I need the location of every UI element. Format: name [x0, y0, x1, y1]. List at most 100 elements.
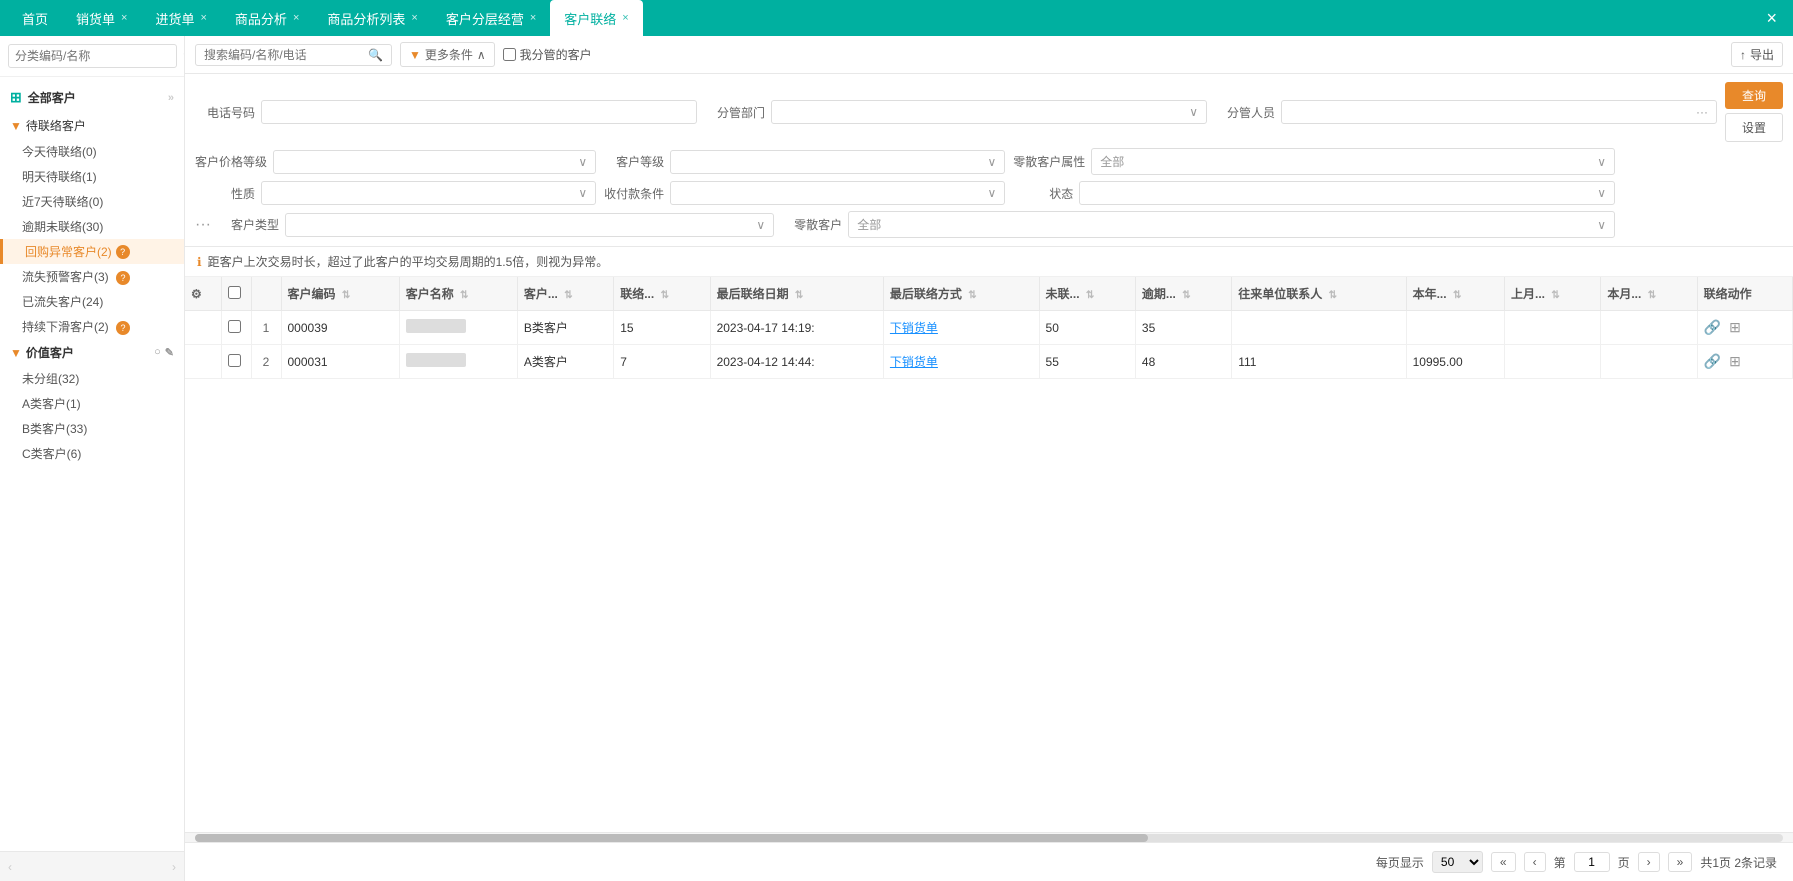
window-close-button[interactable]: ×	[1758, 8, 1785, 29]
close-tab-product-analysis[interactable]: ×	[293, 12, 299, 24]
row2-method-link[interactable]: 下销货单	[890, 355, 938, 369]
customer-level-select[interactable]: ∨	[670, 150, 1005, 174]
my-customers-checkbox-label[interactable]: 我分管的客户	[503, 46, 592, 63]
tab-customer-contact[interactable]: 客户联络 ×	[550, 0, 642, 36]
overdue-sort-icon[interactable]: ⇅	[1182, 290, 1190, 301]
close-tab-sales-order[interactable]: ×	[121, 12, 127, 24]
sidebar-search-area: 🔍	[0, 36, 184, 77]
sidebar-value-customers-group[interactable]: ▼ 价值客户 ○ ✎	[0, 339, 184, 366]
first-page-button[interactable]: «	[1491, 852, 1516, 872]
name-sort-icon[interactable]: ⇅	[460, 290, 468, 301]
row2-overdue: 48	[1135, 345, 1231, 379]
prev-page-button[interactable]: ‹	[1524, 852, 1546, 872]
last-contact-date-column-header: 最后联络日期 ⇅	[710, 277, 883, 311]
sidebar-item-a-class[interactable]: A类客户(1)	[0, 391, 184, 416]
main-search-input[interactable]	[204, 48, 364, 62]
contacts-sort-icon[interactable]: ⇅	[661, 290, 669, 301]
sidebar-search-input[interactable]	[8, 44, 177, 68]
price-level-select[interactable]: ∨	[273, 150, 596, 174]
sidebar-all-customers[interactable]: ⊞ 全部客户 »	[0, 83, 184, 112]
next-page-button[interactable]: ›	[1638, 852, 1660, 872]
sidebar-edit-icons[interactable]: ○ ✎	[154, 346, 174, 359]
sidebar-item-ungrouped[interactable]: 未分组(32)	[0, 366, 184, 391]
sidebar-item-7days-pending[interactable]: 近7天待联络(0)	[0, 189, 184, 214]
page-size-select[interactable]: 50 20 100	[1432, 851, 1483, 873]
gender-select[interactable]: ∨	[261, 181, 596, 205]
sidebar-item-b-class[interactable]: B类客户(33)	[0, 416, 184, 441]
customer-type-select[interactable]: ∨	[285, 213, 774, 237]
sidebar-collapse-btn[interactable]: »	[168, 92, 174, 104]
sidebar-item-repurchase-abnormal[interactable]: 回购异常客户(2) ?	[0, 239, 184, 264]
sidebar-item-overdue-not-contacted[interactable]: 逾期未联络(30)	[0, 214, 184, 239]
dept-select[interactable]: ∨	[771, 100, 1207, 124]
close-tab-product-analysis-list[interactable]: ×	[411, 12, 417, 24]
row1-method-link[interactable]: 下销货单	[890, 321, 938, 335]
this-year-sort-icon[interactable]: ⇅	[1453, 290, 1461, 301]
sidebar-item-churned[interactable]: 已流失客户(24)	[0, 289, 184, 314]
phone-input[interactable]	[261, 100, 697, 124]
retail-attr-select[interactable]: 全部 ∨	[1091, 148, 1615, 175]
index-column-header	[251, 277, 281, 311]
sidebar-item-declining[interactable]: 持续下滑客户(2) ?	[0, 314, 184, 339]
query-button[interactable]: 查询	[1725, 82, 1783, 109]
row1-select-checkbox[interactable]	[228, 320, 241, 333]
tab-product-analysis-list[interactable]: 商品分析列表 ×	[313, 0, 431, 36]
filter-payment: 收付款条件 ∨	[604, 181, 1005, 205]
close-tab-customer-segmentation[interactable]: ×	[530, 12, 536, 24]
page-number-input[interactable]	[1574, 852, 1610, 872]
status-select[interactable]: ∨	[1079, 181, 1615, 205]
row2-select-checkbox[interactable]	[228, 354, 241, 367]
sidebar-item-churn-warning[interactable]: 流失预警客户(3) ?	[0, 264, 184, 289]
close-tab-customer-contact[interactable]: ×	[622, 12, 628, 24]
row2-checkbox	[221, 345, 251, 379]
manager-select[interactable]: ···	[1281, 100, 1717, 124]
more-filters-button[interactable]: ▼ 更多条件 ∧	[400, 42, 495, 67]
this-month-sort-icon[interactable]: ⇅	[1648, 290, 1656, 301]
reset-button[interactable]: 设置	[1725, 113, 1783, 142]
settings-icon[interactable]: ⚙	[191, 287, 202, 301]
date-sort-icon[interactable]: ⇅	[795, 290, 803, 301]
row2-last-month	[1504, 345, 1600, 379]
my-customers-checkbox[interactable]	[503, 48, 516, 61]
customer-level-label: 客户等级	[604, 153, 664, 170]
tab-sales-order[interactable]: 销货单 ×	[62, 0, 141, 36]
more-filters-ellipsis[interactable]: ···	[195, 216, 211, 234]
horizontal-scrollbar[interactable]	[185, 832, 1793, 842]
retail-customer-select[interactable]: 全部 ∨	[848, 211, 1615, 238]
payment-select[interactable]: ∨	[670, 181, 1005, 205]
customer-type-arrow-icon: ∨	[756, 218, 765, 232]
tab-purchase-order[interactable]: 进货单 ×	[141, 0, 220, 36]
row1-grid-icon[interactable]: ⊞	[1729, 319, 1741, 336]
main-search-icon[interactable]: 🔍	[368, 48, 383, 62]
row2-index: 2	[251, 345, 281, 379]
code-sort-icon[interactable]: ⇅	[342, 290, 350, 301]
row1-link-icon[interactable]: 🔗	[1704, 319, 1721, 336]
tab-product-analysis[interactable]: 商品分析 ×	[221, 0, 313, 36]
unit-contacts-sort-icon[interactable]: ⇅	[1329, 290, 1337, 301]
not-contacted-sort-icon[interactable]: ⇅	[1086, 290, 1094, 301]
sidebar-item-c-class[interactable]: C类客户(6)	[0, 441, 184, 466]
row2-last-contact-method: 下销货单	[883, 345, 1039, 379]
select-all-checkbox[interactable]	[228, 286, 241, 299]
retail-attr-arrow-icon: ∨	[1597, 155, 1606, 169]
row2-link-icon[interactable]: 🔗	[1704, 353, 1721, 370]
row2-grid-icon[interactable]: ⊞	[1729, 353, 1741, 370]
dept-arrow-icon: ∨	[1189, 105, 1198, 119]
close-tab-purchase-order[interactable]: ×	[200, 12, 206, 24]
row1-overdue: 35	[1135, 311, 1231, 345]
export-button[interactable]: ↑ 导出	[1731, 42, 1783, 67]
tab-customer-segmentation[interactable]: 客户分层经营 ×	[432, 0, 550, 36]
sidebar-item-today-pending[interactable]: 今天待联络(0)	[0, 139, 184, 164]
last-month-sort-icon[interactable]: ⇅	[1551, 290, 1559, 301]
method-sort-icon[interactable]: ⇅	[968, 290, 976, 301]
last-page-button[interactable]: »	[1668, 852, 1693, 872]
tab-home[interactable]: 首页	[8, 0, 62, 36]
row2-contacts: 7	[614, 345, 710, 379]
not-contacted-column-header: 未联... ⇅	[1039, 277, 1135, 311]
sidebar-item-tomorrow-pending[interactable]: 明天待联络(1)	[0, 164, 184, 189]
churn-info-icon: ?	[116, 271, 130, 285]
sidebar-next-icon[interactable]: ›	[172, 860, 176, 874]
category-sort-icon[interactable]: ⇅	[564, 290, 572, 301]
sidebar-prev-icon[interactable]: ‹	[8, 860, 12, 874]
sidebar-pending-group[interactable]: ▼ 待联络客户	[0, 112, 184, 139]
